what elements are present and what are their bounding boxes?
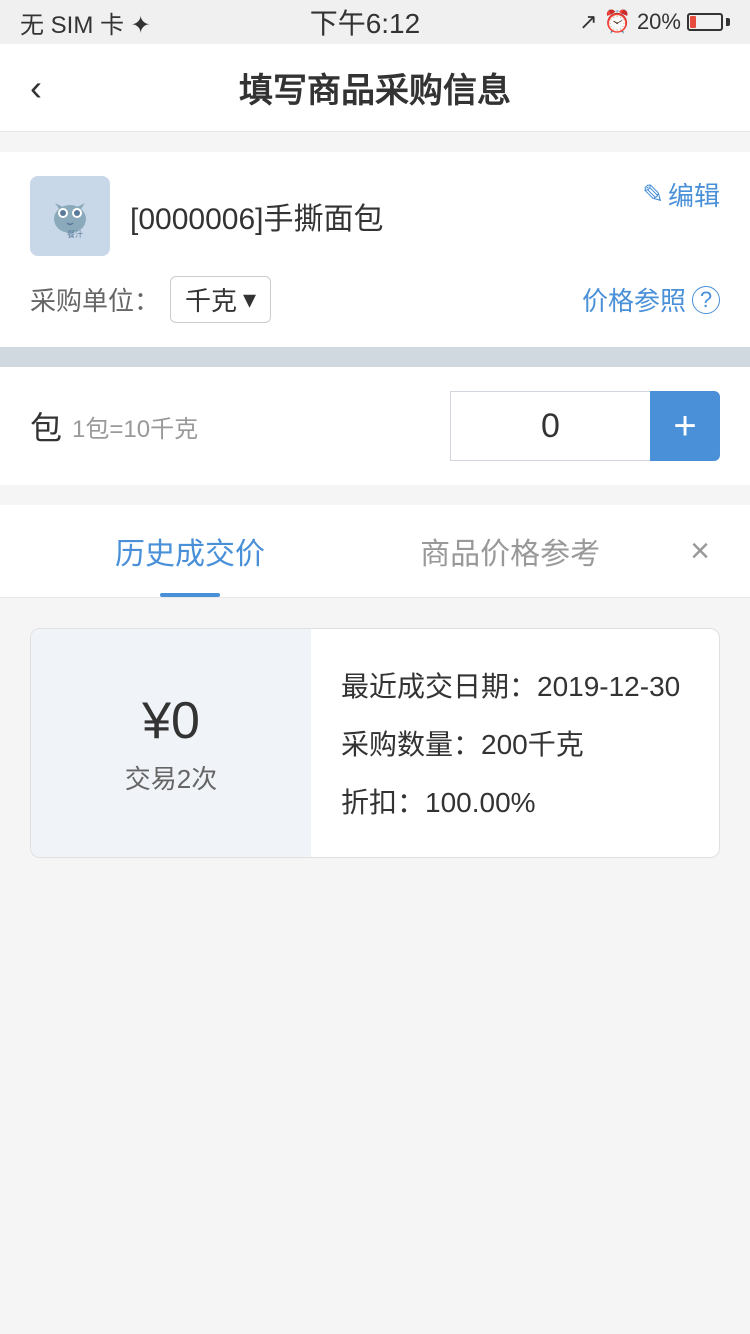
product-left: 餐汁 [0000006]手撕面包 (30, 176, 383, 256)
battery-indicator (687, 13, 730, 31)
alarm-icon: ⏰ (604, 9, 631, 35)
quantity-input[interactable] (450, 391, 650, 461)
quantity-input-group: + (450, 391, 720, 461)
chevron-down-icon: ▾ (243, 284, 256, 315)
tab-history-price-label: 历史成交价 (115, 538, 265, 571)
product-name: [0000006]手撕面包 (130, 194, 383, 238)
quantity-hint: 1包=10千克 (72, 409, 198, 444)
tab-product-price-ref-label: 商品价格参考 (420, 538, 600, 571)
price-times: 交易2次 (125, 759, 217, 796)
price-qty: 采购数量：200千克 (341, 723, 689, 763)
section-divider (0, 347, 750, 367)
price-amount: ¥0 (142, 691, 200, 751)
status-bar: 无 SIM 卡 ✦ 下午6:12 ↗ ⏰ 20% (0, 0, 750, 44)
price-left: ¥0 交易2次 (31, 629, 311, 857)
tabs-container: 历史成交价 商品价格参考 × (0, 505, 750, 598)
tabs-close-button[interactable]: × (670, 512, 730, 591)
price-discount: 折扣：100.00% (341, 781, 689, 821)
location-icon: ↗ (579, 9, 597, 35)
unit-label: 采购单位： 千克 ▾ (30, 276, 271, 323)
header: ‹ 填写商品采购信息 (0, 44, 750, 132)
help-icon: ? (692, 286, 720, 314)
unit-text: 采购单位： (30, 281, 160, 318)
sim-label: 无 SIM 卡 ✦ (20, 5, 151, 40)
quantity-label: 包 1包=10千克 (30, 403, 198, 449)
edit-icon: ✎ (642, 179, 664, 210)
price-right: 最近成交日期：2019-12-30 采购数量：200千克 折扣：100.00% (311, 629, 719, 857)
status-time: 下午6:12 (310, 2, 421, 42)
product-icon: 餐汁 (30, 176, 110, 256)
quantity-row: 包 1包=10千克 + (0, 367, 750, 485)
unit-select[interactable]: 千克 ▾ (170, 276, 271, 323)
svg-text:餐汁: 餐汁 (67, 229, 83, 239)
status-left: 无 SIM 卡 ✦ (20, 5, 151, 40)
quantity-plus-button[interactable]: + (650, 391, 720, 461)
quantity-unit: 包 (30, 403, 62, 449)
price-ref-label: 价格参照 (582, 281, 686, 318)
edit-button[interactable]: ✎ 编辑 (642, 176, 720, 213)
product-card: 餐汁 [0000006]手撕面包 ✎ 编辑 采购单位： 千克 ▾ 价格参照 ? (0, 152, 750, 347)
edit-label: 编辑 (668, 176, 720, 213)
price-card: ¥0 交易2次 最近成交日期：2019-12-30 采购数量：200千克 折扣：… (30, 628, 720, 858)
tab-product-price-ref[interactable]: 商品价格参考 (350, 505, 670, 597)
tab-history-price[interactable]: 历史成交价 (30, 505, 350, 597)
status-right: ↗ ⏰ 20% (579, 9, 730, 35)
battery-label: 20% (637, 9, 681, 35)
price-date: 最近成交日期：2019-12-30 (341, 665, 689, 705)
card-area: ¥0 交易2次 最近成交日期：2019-12-30 采购数量：200千克 折扣：… (0, 598, 750, 898)
back-button[interactable]: ‹ (30, 67, 90, 109)
unit-value: 千克 (185, 281, 237, 318)
product-top: 餐汁 [0000006]手撕面包 ✎ 编辑 (30, 176, 720, 256)
page-title: 填写商品采购信息 (239, 63, 511, 112)
product-bottom: 采购单位： 千克 ▾ 价格参照 ? (30, 276, 720, 323)
price-ref-button[interactable]: 价格参照 ? (582, 281, 720, 318)
